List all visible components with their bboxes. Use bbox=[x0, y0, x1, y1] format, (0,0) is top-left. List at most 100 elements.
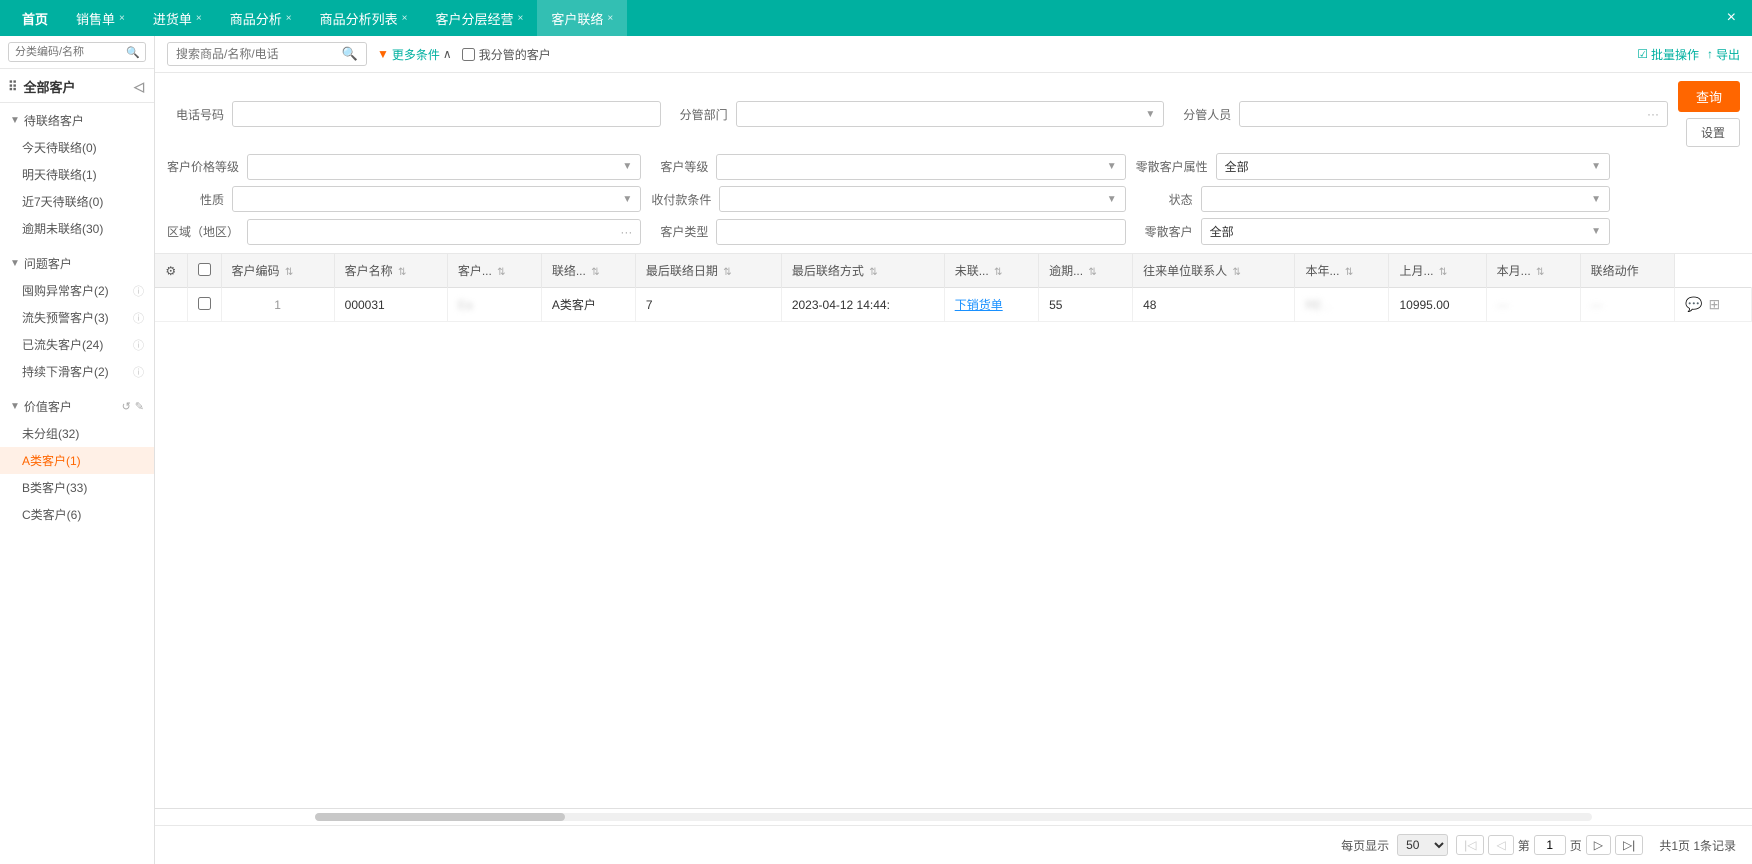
col-last-date[interactable]: 最后联络日期 ⇅ bbox=[635, 254, 781, 288]
more-filters-button[interactable]: ▼ 更多条件 ∧ bbox=[377, 46, 452, 63]
prev-page-button[interactable]: ◁ bbox=[1488, 835, 1513, 855]
col-code-sort: ⇅ bbox=[285, 267, 293, 278]
retail-attr-select[interactable]: 全部 ▼ bbox=[1216, 153, 1610, 180]
nav-product-analysis-close[interactable]: × bbox=[286, 13, 292, 24]
first-page-button[interactable]: |◁ bbox=[1456, 835, 1484, 855]
grid-icon: ⠿ bbox=[8, 79, 18, 95]
col-settings[interactable]: ⚙ bbox=[155, 254, 187, 288]
customer-level-select[interactable]: ▼ bbox=[716, 154, 1125, 180]
row-checkbox[interactable] bbox=[198, 297, 211, 310]
col-overdue[interactable]: 逾期... ⇅ bbox=[1039, 254, 1133, 288]
nature-select[interactable]: ▼ bbox=[232, 186, 641, 212]
problem-customer-title[interactable]: ▼ 问题客户 bbox=[0, 250, 154, 277]
price-level-select[interactable]: ▼ bbox=[247, 154, 641, 180]
col-this-year[interactable]: 本年... ⇅ bbox=[1295, 254, 1389, 288]
nav-customer-tier-label: 客户分层经营 bbox=[435, 9, 513, 28]
nav-purchase[interactable]: 进货单 × bbox=[139, 0, 216, 36]
sidebar-item-tomorrow[interactable]: 明天待联络(1) bbox=[0, 161, 154, 188]
last-page-button[interactable]: ▷| bbox=[1615, 835, 1643, 855]
sidebar-item-7days[interactable]: 近7天待联络(0) bbox=[0, 188, 154, 215]
row-contact-count-cell: 7 bbox=[635, 288, 781, 322]
nav-product-list[interactable]: 商品分析列表 × bbox=[306, 0, 422, 36]
batch-op-button[interactable]: ☑ 批量操作 bbox=[1637, 46, 1699, 63]
advanced-filters: 电话号码 分管部门 ▼ 分管人员 ··· bbox=[155, 73, 1752, 254]
nav-sales[interactable]: 销售单 × bbox=[62, 0, 139, 36]
page-input[interactable] bbox=[1534, 835, 1566, 855]
col-un-contact[interactable]: 未联... ⇅ bbox=[944, 254, 1038, 288]
sidebar-item-a-class[interactable]: A类客户(1) bbox=[0, 447, 154, 474]
status-select[interactable]: ▼ bbox=[1201, 186, 1610, 212]
next-page-button[interactable]: ▷ bbox=[1586, 835, 1611, 855]
row-name: Ea bbox=[458, 298, 473, 312]
collapse-icon[interactable]: ◁ bbox=[134, 79, 144, 95]
sidebar-item-hoarding[interactable]: 囤购异常客户(2) ⓘ bbox=[0, 277, 154, 304]
scrollbar-thumb[interactable] bbox=[315, 813, 565, 821]
sidebar-item-declining[interactable]: 持续下滑客户(2) ⓘ bbox=[0, 358, 154, 385]
filter-retail-attr: 零散客户属性 全部 ▼ bbox=[1136, 153, 1610, 180]
chat-icon[interactable]: 💬 bbox=[1685, 296, 1702, 313]
nav-sales-close[interactable]: × bbox=[119, 13, 125, 24]
settings-gear-icon[interactable]: ⚙ bbox=[165, 264, 176, 278]
qr-icon[interactable]: ⊞ bbox=[1708, 296, 1720, 313]
pending-contact-section: ▼ 待联络客户 今天待联络(0) 明天待联络(1) 近7天待联络(0) 逾期未联… bbox=[0, 103, 154, 246]
col-code[interactable]: 客户编码 ⇅ bbox=[221, 254, 334, 288]
sidebar-item-overdue[interactable]: 逾期未联络(30) bbox=[0, 215, 154, 242]
export-button[interactable]: ↑ 导出 bbox=[1707, 46, 1740, 63]
col-contact[interactable]: 联络... ⇅ bbox=[541, 254, 635, 288]
filter-search-icon[interactable]: 🔍 bbox=[342, 46, 358, 62]
nav-product-analysis[interactable]: 商品分析 × bbox=[216, 0, 306, 36]
sidebar-item-churn-warning[interactable]: 流失预警客户(3) ⓘ bbox=[0, 304, 154, 331]
sidebar-item-churned[interactable]: 已流失客户(24) ⓘ bbox=[0, 331, 154, 358]
customer-type-input[interactable] bbox=[716, 219, 1125, 245]
filter-search-input[interactable] bbox=[176, 47, 342, 61]
nav-purchase-label: 进货单 bbox=[153, 9, 192, 28]
manager-dots[interactable]: ··· bbox=[1647, 107, 1659, 121]
row-settings-cell bbox=[155, 288, 187, 322]
nav-customer-contact-close[interactable]: × bbox=[607, 13, 613, 24]
value-label: 价值客户 bbox=[24, 398, 72, 415]
col-last-method[interactable]: 最后联络方式 ⇅ bbox=[781, 254, 944, 288]
row-last-method[interactable]: 下销货单 bbox=[955, 298, 1003, 312]
query-button[interactable]: 查询 bbox=[1678, 81, 1740, 112]
refresh-icon[interactable]: ↺ bbox=[122, 400, 131, 413]
filter-customer-level: 客户等级 ▼ bbox=[651, 153, 1125, 180]
pending-contact-title[interactable]: ▼ 待联络客户 bbox=[0, 107, 154, 134]
payment-arrow: ▼ bbox=[1107, 194, 1117, 205]
manager-input[interactable]: ··· bbox=[1239, 101, 1668, 127]
region-dots[interactable]: ··· bbox=[620, 225, 632, 239]
sidebar-item-b-class[interactable]: B类客户(33) bbox=[0, 474, 154, 501]
sidebar-item-unclassified[interactable]: 未分组(32) bbox=[0, 420, 154, 447]
nav-home[interactable]: 首页 bbox=[8, 0, 62, 36]
select-all-checkbox[interactable] bbox=[198, 263, 211, 276]
payment-select[interactable]: ▼ bbox=[719, 186, 1125, 212]
settings-button[interactable]: 设置 bbox=[1686, 118, 1740, 147]
nav-customer-tier-close[interactable]: × bbox=[517, 13, 523, 24]
retail-customer-select[interactable]: 全部 ▼ bbox=[1201, 218, 1610, 245]
sidebar-item-today[interactable]: 今天待联络(0) bbox=[0, 134, 154, 161]
scrollbar-track[interactable] bbox=[315, 813, 1592, 821]
col-overdue-label: 逾期... bbox=[1049, 264, 1083, 278]
col-name[interactable]: 客户名称 ⇅ bbox=[334, 254, 447, 288]
close-all-button[interactable]: × bbox=[1719, 9, 1744, 27]
nav-purchase-close[interactable]: × bbox=[196, 13, 202, 24]
sidebar-search-icon[interactable]: 🔍 bbox=[126, 46, 140, 59]
retail-customer-arrow: ▼ bbox=[1591, 226, 1601, 237]
value-customer-title[interactable]: ▼ 价值客户 ↺ ✎ bbox=[0, 393, 154, 420]
region-label: 区域（地区） bbox=[167, 223, 247, 240]
dept-select[interactable]: ▼ bbox=[736, 101, 1165, 127]
col-type[interactable]: 客户... ⇅ bbox=[447, 254, 541, 288]
nav-product-list-close[interactable]: × bbox=[402, 13, 408, 24]
filter-status: 状态 ▼ bbox=[1136, 186, 1610, 212]
page-size-select[interactable]: 50 100 200 bbox=[1397, 834, 1448, 856]
edit-icon[interactable]: ✎ bbox=[135, 400, 144, 413]
region-input[interactable]: ··· bbox=[247, 219, 641, 245]
status-label: 状态 bbox=[1136, 191, 1201, 208]
phone-input[interactable] bbox=[232, 101, 661, 127]
sidebar-item-c-class[interactable]: C类客户(6) bbox=[0, 501, 154, 528]
col-unit-contact[interactable]: 往来单位联系人 ⇅ bbox=[1133, 254, 1295, 288]
col-last-month[interactable]: 上月... ⇅ bbox=[1389, 254, 1486, 288]
nav-customer-tier[interactable]: 客户分层经营 × bbox=[421, 0, 537, 36]
nav-customer-contact[interactable]: 客户联络 × bbox=[537, 0, 627, 36]
my-customers-checkbox[interactable] bbox=[462, 48, 475, 61]
col-this-month[interactable]: 本月... ⇅ bbox=[1486, 254, 1580, 288]
